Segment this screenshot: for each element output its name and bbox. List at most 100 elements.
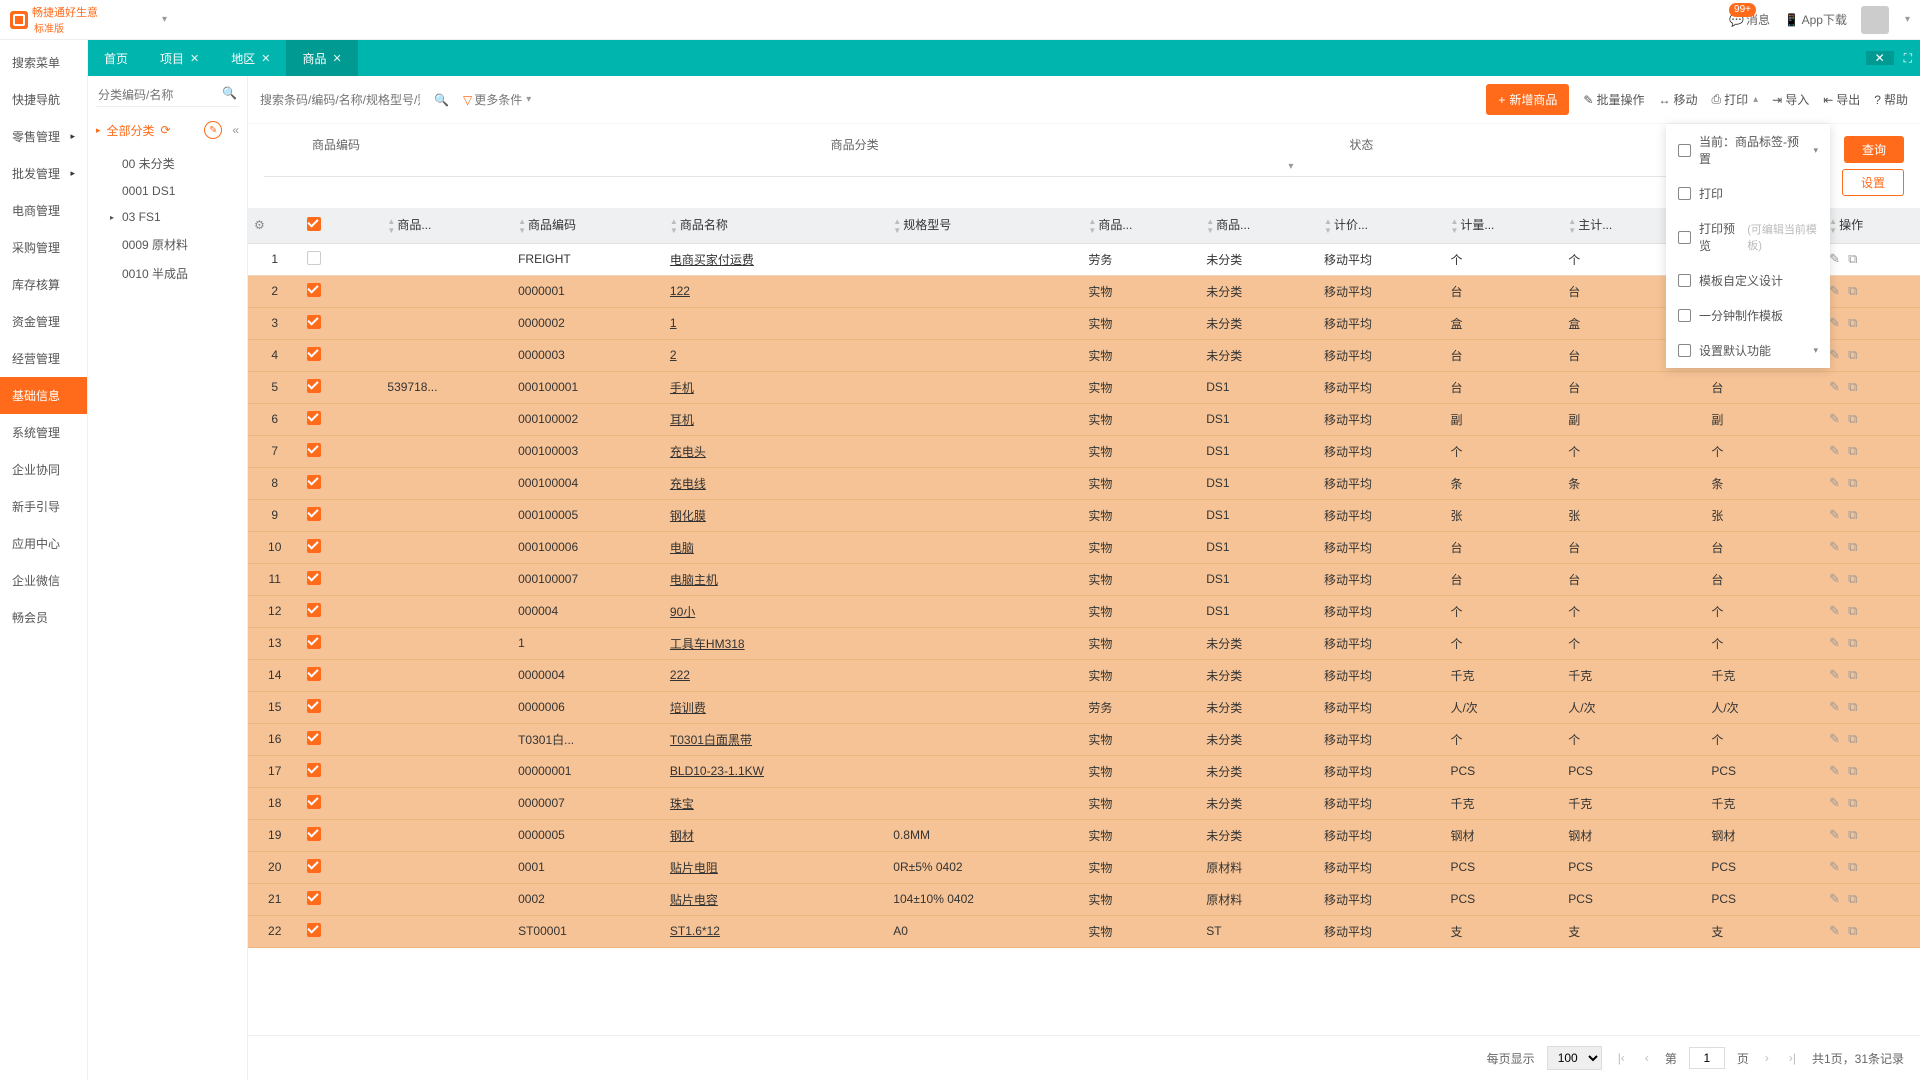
dd-one-minute[interactable]: 一分钟制作模板 (1666, 298, 1830, 333)
column-header[interactable]: ▲▼商品... (381, 208, 512, 243)
product-name-link[interactable]: 贴片电阻 (670, 861, 718, 875)
sidebar-item[interactable]: 电商管理 (0, 192, 87, 229)
more-icon[interactable]: ⧉ (1848, 699, 1857, 715)
table-row[interactable]: 140000004222实物未分类移动平均千克千克千克✎⧉ (248, 659, 1920, 691)
gear-icon[interactable]: ⚙ (254, 218, 265, 232)
sidebar-item[interactable]: 零售管理▸ (0, 118, 87, 155)
sidebar-item[interactable]: 企业微信 (0, 562, 87, 599)
table-row[interactable]: 200001贴片电阻0R±5% 0402实物原材料移动平均PCSPCSPCS✎⧉ (248, 851, 1920, 883)
filter-code-input[interactable] (264, 157, 783, 177)
edit-icon[interactable]: ✎ (1829, 667, 1840, 683)
product-name-link[interactable]: 充电头 (670, 445, 706, 459)
tab[interactable]: 项目✕ (144, 40, 215, 76)
column-header[interactable] (356, 208, 381, 243)
row-checkbox[interactable] (307, 507, 321, 521)
table-row[interactable]: 8000100004充电线实物DS1移动平均条条条✎⧉ (248, 467, 1920, 499)
product-name-link[interactable]: 珠宝 (670, 797, 694, 811)
product-name-link[interactable]: BLD10-23-1.1KW (670, 764, 764, 778)
print-link[interactable]: ⎙打印▴ (1711, 91, 1758, 108)
grid-search-input[interactable] (260, 93, 420, 107)
table-row[interactable]: 10000100006电脑实物DS1移动平均台台台✎⧉ (248, 531, 1920, 563)
product-name-link[interactable]: 耳机 (670, 413, 694, 427)
dd-current[interactable]: 当前：商品标签-预置 ▾ (1666, 124, 1830, 176)
edit-icon[interactable]: ✎ (1829, 923, 1840, 939)
row-checkbox[interactable] (307, 443, 321, 457)
column-header[interactable]: ▲▼主计... (1562, 208, 1680, 243)
more-icon[interactable]: ⧉ (1848, 923, 1857, 939)
tree-item[interactable]: 0010 半成品 (88, 259, 247, 288)
row-checkbox[interactable] (307, 859, 321, 873)
product-name-link[interactable]: 贴片电容 (670, 893, 718, 907)
sidebar-item[interactable]: 搜索菜单 (0, 44, 87, 81)
edit-icon[interactable]: ✎ (204, 121, 222, 139)
sidebar-item[interactable]: 采购管理 (0, 229, 87, 266)
first-page-icon[interactable]: |‹ (1614, 1051, 1629, 1065)
close-icon[interactable]: ✕ (333, 52, 342, 65)
dd-print[interactable]: 打印 (1666, 176, 1830, 211)
edit-icon[interactable]: ✎ (1829, 475, 1840, 491)
row-checkbox[interactable] (307, 347, 321, 361)
table-row[interactable]: 180000007珠宝实物未分类移动平均千克千克千克✎⧉ (248, 787, 1920, 819)
row-checkbox[interactable] (307, 315, 321, 329)
column-header[interactable]: ▲▼操作 (1823, 208, 1920, 243)
prev-page-icon[interactable]: ‹ (1641, 1051, 1653, 1065)
row-checkbox[interactable] (307, 251, 321, 265)
product-name-link[interactable]: 122 (670, 284, 690, 298)
dd-preview[interactable]: 打印预览 (可编辑当前模板) (1666, 211, 1830, 263)
tab[interactable]: 商品✕ (286, 40, 357, 76)
table-row[interactable]: 131工具车HM318实物未分类移动平均个个个✎⧉ (248, 627, 1920, 659)
setting-button[interactable]: 设置 (1842, 169, 1904, 196)
row-checkbox[interactable] (307, 923, 321, 937)
search-icon[interactable]: 🔍 (222, 86, 237, 100)
tree-item[interactable]: 0009 原材料 (88, 230, 247, 259)
edit-icon[interactable]: ✎ (1829, 251, 1840, 267)
edit-icon[interactable]: ✎ (1829, 731, 1840, 747)
row-checkbox[interactable] (307, 891, 321, 905)
sidebar-item[interactable]: 库存核算 (0, 266, 87, 303)
more-icon[interactable]: ⧉ (1848, 475, 1857, 491)
column-header[interactable]: ⚙ (248, 208, 301, 243)
product-name-link[interactable]: 钢化膜 (670, 509, 706, 523)
sidebar-item[interactable]: 应用中心 (0, 525, 87, 562)
edit-icon[interactable]: ✎ (1829, 315, 1840, 331)
more-icon[interactable]: ⧉ (1848, 635, 1857, 651)
sidebar-item[interactable]: 快捷导航 (0, 81, 87, 118)
more-icon[interactable]: ⧉ (1848, 667, 1857, 683)
sidebar-item[interactable]: 企业协同 (0, 451, 87, 488)
org-selector[interactable]: ▾ (118, 11, 167, 28)
edit-icon[interactable]: ✎ (1829, 443, 1840, 459)
refresh-icon[interactable]: ⟳ (161, 123, 171, 137)
next-page-icon[interactable]: › (1761, 1051, 1773, 1065)
edit-icon[interactable]: ✎ (1829, 763, 1840, 779)
edit-icon[interactable]: ✎ (1829, 283, 1840, 299)
column-header[interactable]: ▲▼计价... (1318, 208, 1444, 243)
product-name-link[interactable]: 手机 (670, 381, 694, 395)
product-name-link[interactable]: 电脑 (670, 541, 694, 555)
edit-icon[interactable]: ✎ (1829, 603, 1840, 619)
tree-search-input[interactable] (96, 84, 239, 107)
collapse-icon[interactable]: « (232, 123, 239, 137)
page-input[interactable] (1689, 1047, 1725, 1069)
column-header[interactable]: ▲▼规格型号 (887, 208, 1082, 243)
import-link[interactable]: ⇥导入 (1772, 91, 1809, 108)
more-icon[interactable]: ⧉ (1848, 763, 1857, 779)
avatar[interactable] (1861, 6, 1889, 34)
edit-icon[interactable]: ✎ (1829, 699, 1840, 715)
row-checkbox[interactable] (307, 571, 321, 585)
row-checkbox[interactable] (307, 667, 321, 681)
product-name-link[interactable]: 电脑主机 (670, 573, 718, 587)
sidebar-item[interactable]: 经营管理 (0, 340, 87, 377)
table-row[interactable]: 7000100003充电头实物DS1移动平均个个个✎⧉ (248, 435, 1920, 467)
select-all-checkbox[interactable] (307, 217, 321, 231)
more-icon[interactable]: ⧉ (1848, 539, 1857, 555)
messages-link[interactable]: 💬 消息 99+ (1729, 11, 1770, 28)
row-checkbox[interactable] (307, 635, 321, 649)
sidebar-item[interactable]: 资金管理 (0, 303, 87, 340)
edit-icon[interactable]: ✎ (1829, 635, 1840, 651)
more-icon[interactable]: ⧉ (1848, 315, 1857, 331)
edit-icon[interactable]: ✎ (1829, 379, 1840, 395)
tab[interactable]: 地区✕ (215, 40, 286, 76)
column-header[interactable]: ▲▼商品... (1082, 208, 1200, 243)
query-button[interactable]: 查询 (1844, 136, 1904, 163)
edit-icon[interactable]: ✎ (1829, 795, 1840, 811)
